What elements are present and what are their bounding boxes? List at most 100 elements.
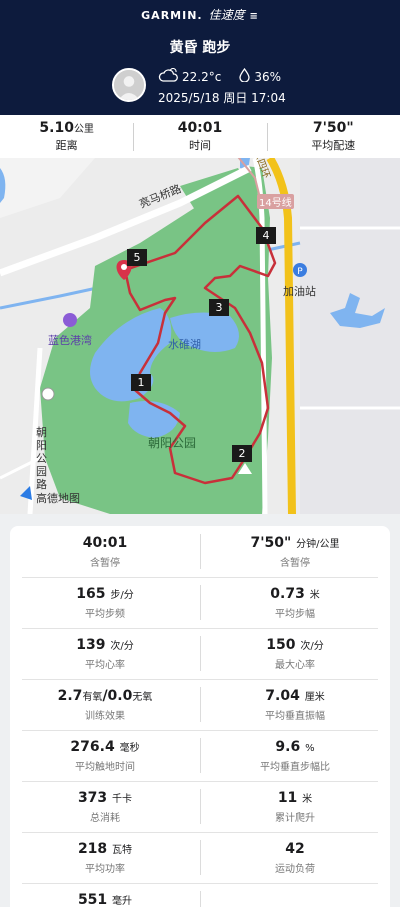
stat-stride-length: 0.73 米 平均步幅 [200, 577, 390, 628]
humidity: 36% [254, 69, 281, 84]
waypoint-marker-2[interactable]: 2 [232, 445, 252, 462]
stat-value: 9.6 [275, 739, 301, 755]
droplet-icon [239, 67, 250, 85]
temperature: 22.2°c [182, 69, 222, 84]
time-label: 时间 [188, 139, 211, 152]
stat-value: 551 [77, 892, 108, 907]
stat-label: 总消耗 [90, 813, 120, 824]
stat-training-effect: 2.7有氧/0.0无氧 训练效果 [10, 679, 200, 730]
stat-unit: 千卡 [112, 794, 133, 805]
gas-station-label: 加油站 [283, 285, 316, 298]
stat-unit: 分钟/公里 [296, 539, 340, 550]
stat-unit: 步/分 [110, 590, 134, 601]
stat-unit: 瓦特 [112, 845, 133, 856]
stat-value: 2.7 [57, 688, 83, 704]
stat-calories: 373 千卡 总消耗 [10, 781, 200, 832]
stat-value: 139 [76, 637, 106, 653]
metro-line-label: 14号线 [257, 194, 294, 209]
stat-label: 平均步幅 [275, 609, 315, 620]
distance-value: 5.10 [39, 120, 74, 136]
stat-label: 运动负荷 [275, 864, 315, 875]
stat-value-anaerobic: /0.0 [102, 688, 133, 704]
avatar[interactable] [112, 68, 146, 102]
stat-unit: 有氧 [82, 692, 103, 703]
cloud-icon [158, 67, 178, 85]
park-label: 朝阳公园 [148, 436, 197, 450]
blue-harbor-label: 蓝色港湾 [48, 334, 92, 347]
summary-distance: 5.10公里 距离 [0, 115, 133, 158]
stats-row: 373 千卡 总消耗 11 米 累计爬升 [10, 781, 390, 832]
stat-value: 11 [277, 790, 298, 806]
stat-ground-contact-time: 276.4 毫秒 平均触地时间 [10, 730, 200, 781]
stats-row: 40:01 含暂停 7'50" 分钟/公里 含暂停 [10, 526, 390, 577]
stats-row: 165 步/分 平均步频 0.73 米 平均步幅 [10, 577, 390, 628]
stats-row: 218 瓦特 平均功率 42 运动负荷 [10, 832, 390, 883]
weather-info: 22.2°c 36% [158, 67, 281, 85]
stat-total-pace: 7'50" 分钟/公里 含暂停 [200, 526, 390, 577]
garmin-logo: GARMIN. [141, 9, 203, 22]
stat-unit: 次/分 [110, 641, 134, 652]
route-map[interactable]: P 亮马桥路 东四环 14号线 加油站 蓝色港湾 水碓湖 朝阳公园 朝阳公园路 … [0, 158, 400, 514]
brand-stripes-icon: ≡ [249, 11, 259, 22]
stat-vertical-ratio: 9.6 % 平均垂直步幅比 [200, 730, 390, 781]
activity-title: 黄昏 跑步 [169, 40, 231, 56]
brand-bar: GARMIN. 佳速度 ≡ [0, 6, 400, 23]
stats-row: 139 次/分 平均心率 150 次/分 最大心率 [10, 628, 390, 679]
park-road-label: 朝阳公园路 [36, 426, 47, 491]
distance-label: 距离 [55, 139, 78, 152]
activity-datetime: 2025/5/18 周日 17:04 [158, 91, 286, 105]
activity-header: GARMIN. 佳速度 ≡ 黄昏 跑步 22.2°c 36% 2025/5/18 … [0, 0, 400, 115]
stat-avg-power: 218 瓦特 平均功率 [10, 832, 200, 883]
waypoint-marker-5[interactable]: 5 [127, 249, 147, 266]
stat-label: 含暂停 [280, 558, 310, 569]
stat-unit: % [305, 743, 315, 754]
lake-label: 水碓湖 [168, 338, 201, 351]
pace-value: 7'50" [312, 120, 354, 136]
stat-total-time: 40:01 含暂停 [10, 526, 200, 577]
summary-bar: 5.10公里 距离 40:01 时间 7'50" 平均配速 [0, 115, 400, 158]
stat-cadence: 165 步/分 平均步频 [10, 577, 200, 628]
stat-value: 42 [285, 841, 305, 857]
stat-unit: 米 [302, 794, 313, 805]
stat-unit: 毫秒 [119, 743, 140, 754]
summary-time: 40:01 时间 [133, 115, 266, 158]
stat-elevation-gain: 11 米 累计爬升 [200, 781, 390, 832]
stat-vertical-oscillation: 7.04 厘米 平均垂直振幅 [200, 679, 390, 730]
stat-unit: 次/分 [300, 641, 324, 652]
distance-unit: 公里 [73, 124, 94, 135]
amap-logo: 高德地图 [36, 492, 80, 505]
stat-value: 7'50" [250, 535, 292, 551]
stat-empty [200, 883, 390, 907]
stat-label: 含暂停 [90, 558, 120, 569]
waypoint-marker-3[interactable]: 3 [209, 299, 229, 316]
stats-row: 276.4 毫秒 平均触地时间 9.6 % 平均垂直步幅比 [10, 730, 390, 781]
brand-sub-logo: 佳速度 [208, 8, 245, 22]
stat-value: 373 [77, 790, 108, 806]
stat-unit: 厘米 [304, 692, 325, 703]
stat-unit: 毫升 [112, 896, 133, 907]
stat-label: 平均触地时间 [75, 762, 135, 773]
stat-value: 276.4 [70, 739, 115, 755]
stat-label: 最大心率 [275, 660, 315, 671]
stat-value: 165 [76, 586, 106, 602]
stat-max-heart-rate: 150 次/分 最大心率 [200, 628, 390, 679]
waypoint-marker-1[interactable]: 1 [131, 374, 151, 391]
stat-label: 训练效果 [85, 711, 125, 722]
stats-card: 40:01 含暂停 7'50" 分钟/公里 含暂停 165 步/分 平均步频 0… [10, 526, 390, 907]
summary-pace: 7'50" 平均配速 [266, 115, 400, 158]
waypoint-marker-4[interactable]: 4 [256, 227, 276, 244]
stat-avg-heart-rate: 139 次/分 平均心率 [10, 628, 200, 679]
stat-label: 平均步频 [85, 609, 125, 620]
svg-text:P: P [297, 267, 303, 277]
stat-label: 平均垂直振幅 [265, 711, 325, 722]
stat-label: 平均垂直步幅比 [260, 762, 330, 773]
stat-label: 平均心率 [85, 660, 125, 671]
time-value: 40:01 [177, 120, 223, 136]
stats-row: 2.7有氧/0.0无氧 训练效果 7.04 厘米 平均垂直振幅 [10, 679, 390, 730]
stat-label: 累计爬升 [275, 813, 315, 824]
stat-value: 218 [77, 841, 108, 857]
stat-value: 0.73 [270, 586, 305, 602]
stat-value: 7.04 [265, 688, 300, 704]
stat-unit: 米 [309, 590, 320, 601]
stat-value: 40:01 [82, 535, 128, 551]
